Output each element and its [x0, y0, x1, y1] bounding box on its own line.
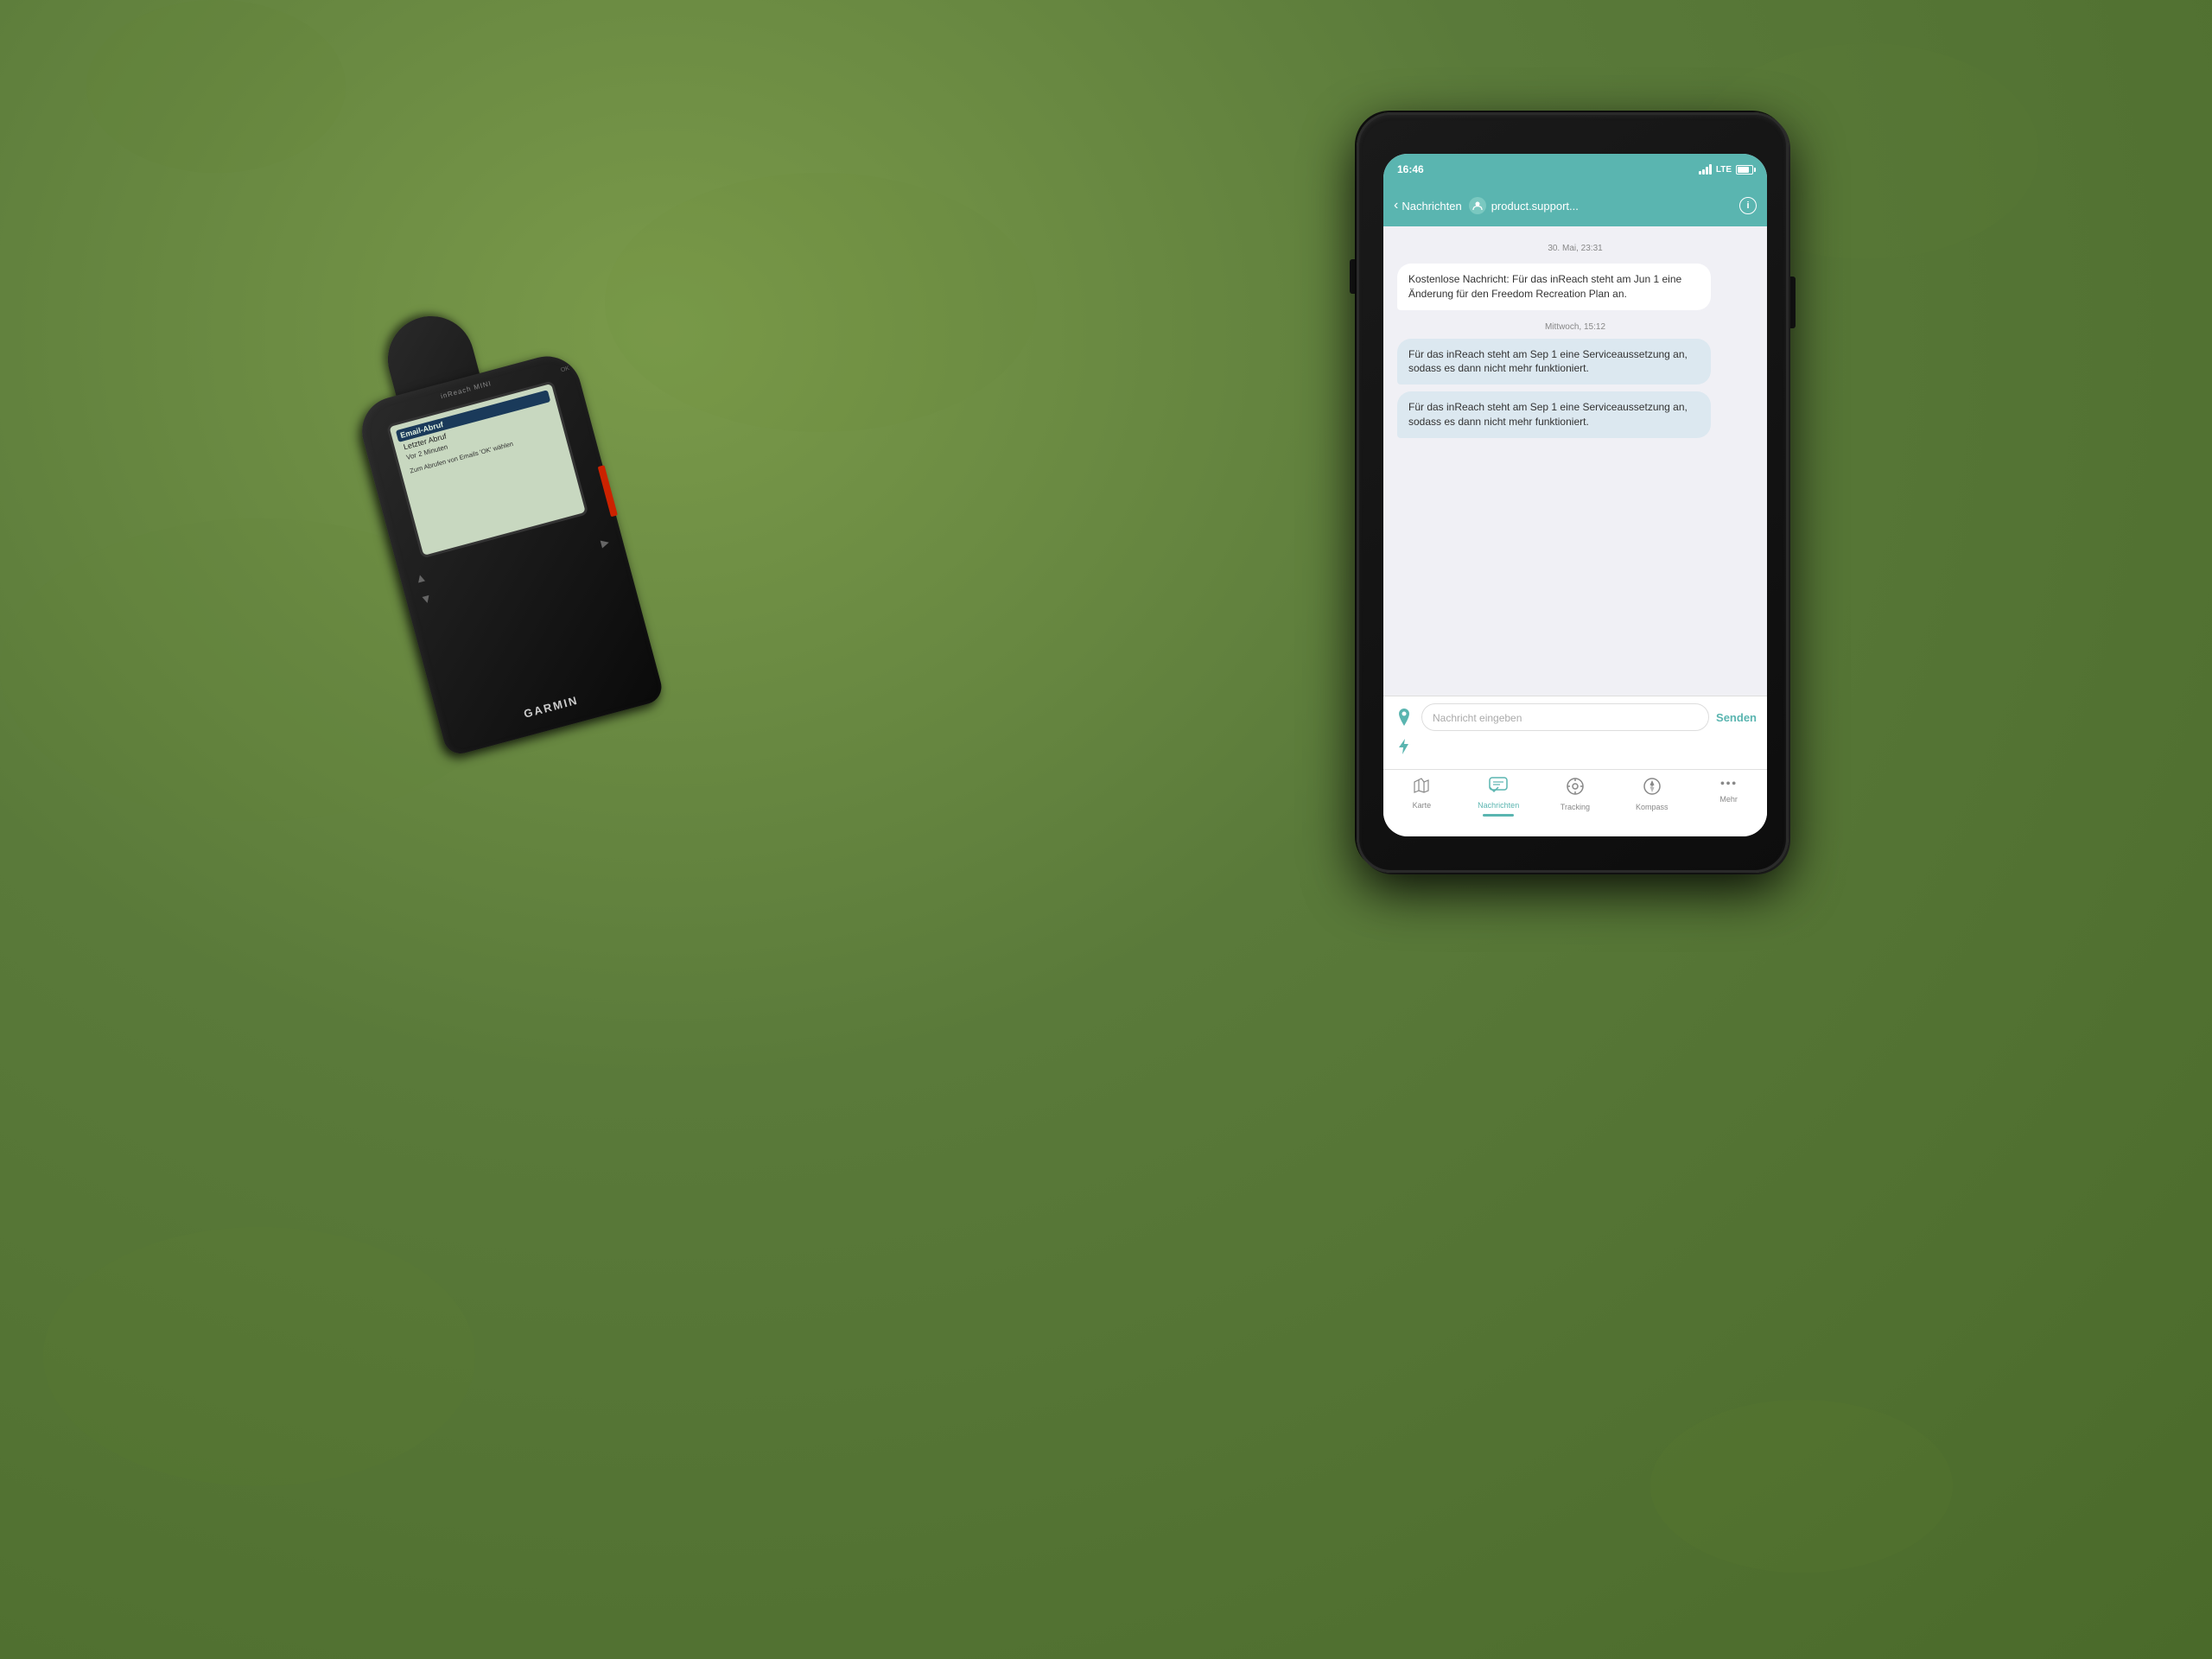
mehr-icon: •••: [1720, 777, 1738, 792]
info-label: i: [1746, 200, 1749, 211]
background: [0, 0, 2212, 1659]
input-row-1: Nachricht eingeben Senden: [1394, 703, 1757, 731]
garmin-ok-button[interactable]: OK: [560, 365, 570, 373]
back-label: Nachrichten: [1402, 200, 1461, 213]
garmin-model-label: inReach MINI: [440, 379, 493, 400]
contact-name: product.support...: [1491, 200, 1579, 213]
tracking-label: Tracking: [1560, 803, 1590, 811]
phone-side-button-right[interactable]: [1790, 276, 1796, 328]
nachrichten-active-indicator: [1483, 814, 1514, 817]
battery-icon: [1736, 165, 1753, 175]
kompass-label: Kompass: [1636, 803, 1669, 811]
garmin-brand-label: GARMIN: [441, 671, 661, 742]
tab-karte[interactable]: Karte: [1383, 777, 1460, 810]
message-bubble-1: Kostenlose Nachricht: Für das inReach st…: [1397, 264, 1711, 310]
nachrichten-icon: [1489, 777, 1508, 798]
message-text-2: Für das inReach steht am Sep 1 eine Serv…: [1408, 348, 1688, 375]
message-text-3: Für das inReach steht am Sep 1 eine Serv…: [1408, 401, 1688, 428]
garmin-ok-label: OK: [560, 365, 570, 373]
garmin-label-text: GARMIN: [523, 694, 580, 721]
tab-kompass[interactable]: Kompass: [1613, 777, 1690, 811]
garmin-red-stripe: [598, 465, 618, 517]
input-row-2: [1394, 736, 1757, 757]
tab-bar: Karte Nachrichten: [1383, 769, 1767, 836]
bolt-icon: [1394, 736, 1414, 757]
garmin-nav-up-icon[interactable]: ▲: [414, 571, 429, 588]
back-chevron-icon: ‹: [1394, 198, 1398, 213]
mehr-label: Mehr: [1719, 795, 1738, 804]
phone-screen: 16:46 LTE: [1383, 154, 1767, 836]
lte-icon: LTE: [1716, 165, 1732, 175]
karte-icon: [1413, 777, 1430, 798]
nav-title-area: product.support...: [1469, 197, 1732, 214]
karte-label: Karte: [1413, 801, 1432, 810]
nachrichten-label: Nachrichten: [1478, 801, 1519, 810]
tab-mehr[interactable]: ••• Mehr: [1690, 777, 1767, 804]
back-button[interactable]: ‹ Nachrichten: [1394, 198, 1462, 213]
garmin-nav-right-icon[interactable]: ▶: [600, 536, 611, 550]
status-bar: 16:46 LTE: [1383, 154, 1767, 185]
tab-tracking[interactable]: Tracking: [1537, 777, 1614, 811]
message-placeholder: Nachricht eingeben: [1433, 712, 1522, 724]
phone-side-button-left[interactable]: [1350, 259, 1355, 294]
kompass-icon: [1643, 777, 1662, 800]
phone-device: 16:46 LTE: [1348, 104, 1797, 881]
send-button[interactable]: Senden: [1716, 711, 1757, 724]
message-bubble-3: Für das inReach steht am Sep 1 eine Serv…: [1397, 391, 1711, 438]
signal-bars-icon: [1699, 164, 1712, 175]
status-icons: LTE: [1699, 164, 1753, 175]
tab-nachrichten[interactable]: Nachrichten: [1460, 777, 1537, 817]
nav-bar: ‹ Nachrichten product.support... i: [1383, 185, 1767, 226]
chat-area: 30. Mai, 23:31 Kostenlose Nachricht: Für…: [1383, 226, 1767, 696]
info-button[interactable]: i: [1739, 197, 1757, 214]
time-separator: Mittwoch, 15:12: [1397, 322, 1753, 332]
input-area: Nachricht eingeben Senden: [1383, 696, 1767, 769]
message-input[interactable]: Nachricht eingeben: [1421, 703, 1709, 731]
phone-case: 16:46 LTE: [1357, 112, 1789, 873]
status-time: 16:46: [1397, 163, 1424, 175]
tracking-icon: [1566, 777, 1585, 800]
garmin-nav-down-icon[interactable]: ▼: [419, 592, 435, 608]
message-text-1: Kostenlose Nachricht: Für das inReach st…: [1408, 273, 1681, 300]
message-bubble-2: Für das inReach steht am Sep 1 eine Serv…: [1397, 339, 1711, 385]
person-icon: [1472, 200, 1483, 211]
location-pin-icon: [1394, 707, 1414, 728]
contact-avatar-icon: [1469, 197, 1486, 214]
date-separator: 30. Mai, 23:31: [1397, 244, 1753, 253]
